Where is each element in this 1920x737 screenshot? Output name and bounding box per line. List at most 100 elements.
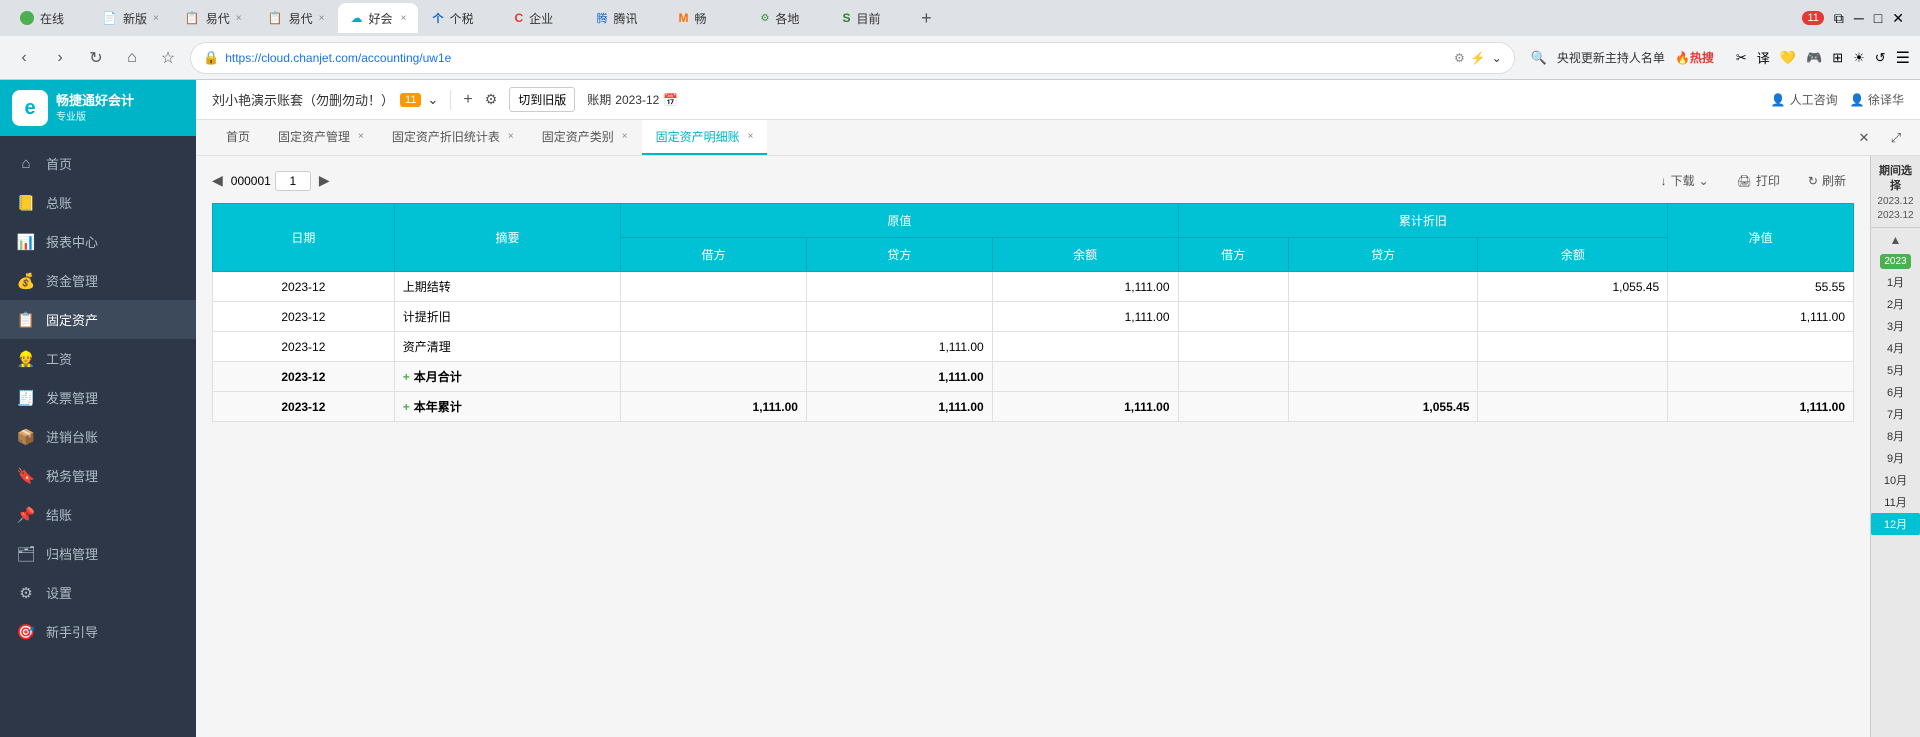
- table-row: 2023-12 计提折旧 1,111.00 1,111.00: [213, 302, 1854, 332]
- print-btn[interactable]: 🖨 打印: [1729, 168, 1788, 193]
- refresh-btn[interactable]: ↻ 刷新: [1800, 168, 1854, 193]
- browser-tab-gedi[interactable]: ⚙ 各地: [748, 3, 828, 33]
- scissors-icon[interactable]: ✂: [1736, 50, 1747, 66]
- settings-btn[interactable]: ⚙: [485, 91, 498, 108]
- user-btn[interactable]: 👤 徐译华: [1850, 91, 1904, 108]
- sidebar-item-fund-mgmt[interactable]: 💰 资金管理: [0, 261, 196, 300]
- gamepad-icon[interactable]: 🎮: [1806, 50, 1822, 66]
- row-accum-credit: 1,055.45: [1288, 392, 1478, 422]
- tab-close-icon[interactable]: ×: [508, 131, 514, 142]
- sidebar-item-label: 首页: [46, 154, 72, 173]
- minimize-icon[interactable]: ─: [1854, 10, 1864, 26]
- download-label: 下载: [1671, 172, 1695, 189]
- row-net-value: 55.55: [1668, 272, 1854, 302]
- col-header-accum-debit: 借方: [1178, 238, 1288, 272]
- newbie-icon: 🎯: [16, 623, 36, 641]
- sidebar-item-newbie[interactable]: 🎯 新手引导: [0, 612, 196, 651]
- browser-tab-tencent[interactable]: 腾 腾讯: [584, 3, 664, 33]
- period-month-9[interactable]: 9月: [1871, 447, 1920, 469]
- reload-button[interactable]: ↻: [82, 44, 110, 72]
- switch-version-btn[interactable]: 切到旧版: [509, 87, 575, 112]
- tab-fixed-assets-depr[interactable]: 固定资产折旧统计表 ×: [378, 120, 528, 155]
- company-selector[interactable]: 刘小艳演示账套（勿删勿动！） 11 ⌄: [212, 90, 438, 109]
- tab-close-icon[interactable]: ×: [236, 13, 242, 24]
- period-month-2[interactable]: 2月: [1871, 293, 1920, 315]
- brightness-icon[interactable]: ☀: [1853, 50, 1865, 66]
- tab-close-icon[interactable]: ×: [401, 13, 407, 24]
- period-month-3[interactable]: 3月: [1871, 315, 1920, 337]
- sidebar-item-tax[interactable]: 🔖 税务管理: [0, 456, 196, 495]
- sidebar-item-general-ledger[interactable]: 📒 总账: [0, 183, 196, 222]
- tab-fixed-assets-mgmt[interactable]: 固定资产管理 ×: [264, 120, 378, 155]
- browser-tab-yidai1[interactable]: 📋 易代 ×: [173, 3, 254, 33]
- tab-fixed-assets-ledger[interactable]: 固定资产明细账 ×: [642, 120, 768, 155]
- sidebar-item-settings[interactable]: ⚙ 设置: [0, 573, 196, 612]
- scroll-up-btn[interactable]: ▲: [1871, 228, 1920, 252]
- grid-icon[interactable]: ⊞: [1832, 50, 1843, 66]
- tab-close-icon[interactable]: ×: [358, 131, 364, 142]
- download-btn[interactable]: ↓ 下载 ⌄: [1653, 168, 1717, 193]
- period-month-4[interactable]: 4月: [1871, 337, 1920, 359]
- prev-page-btn[interactable]: ◀: [212, 172, 223, 189]
- back-button[interactable]: ‹: [10, 44, 38, 72]
- new-tab-button[interactable]: +: [912, 4, 940, 32]
- home-button[interactable]: ⌂: [118, 44, 146, 72]
- sidebar-item-settlement[interactable]: 📌 结账: [0, 495, 196, 534]
- forward-button[interactable]: ›: [46, 44, 74, 72]
- next-page-btn[interactable]: ▶: [319, 172, 330, 189]
- browser-tab-online[interactable]: 在线: [8, 3, 88, 33]
- sidebar-item-archive[interactable]: 🗂 归档管理: [0, 534, 196, 573]
- search-icon[interactable]: 🔍: [1531, 50, 1547, 66]
- translate-icon[interactable]: 译: [1757, 48, 1770, 67]
- close-window-icon[interactable]: ✕: [1892, 10, 1904, 27]
- browser-tab-haohui[interactable]: ☁ 好会 ×: [338, 3, 418, 33]
- row-accum-debit: [1178, 362, 1288, 392]
- browser-tab-enterprise[interactable]: C 企业: [502, 3, 582, 33]
- address-box[interactable]: 🔒 https://cloud.chanjet.com/accounting/u…: [190, 42, 1515, 74]
- tab-home[interactable]: 首页: [212, 120, 264, 155]
- collapse-tab-btn[interactable]: ✕: [1852, 126, 1876, 150]
- period-month-10[interactable]: 10月: [1871, 469, 1920, 491]
- tab-restore-icon[interactable]: ⧉: [1834, 10, 1844, 27]
- bookmark-button[interactable]: ☆: [154, 44, 182, 72]
- period-month-6[interactable]: 6月: [1871, 381, 1920, 403]
- browser-tab-yidai2[interactable]: 📋 易代 ×: [256, 3, 337, 33]
- tab-close-icon[interactable]: ×: [622, 131, 628, 142]
- row-accum-credit: [1288, 332, 1478, 362]
- undo-icon[interactable]: ↺: [1875, 50, 1886, 66]
- expand-tab-btn[interactable]: ⤢: [1884, 126, 1908, 150]
- period-month-1[interactable]: 1月: [1871, 271, 1920, 293]
- browser-tab-new[interactable]: 📄 新版 ×: [90, 3, 171, 33]
- browser-tab-geshuiindv[interactable]: 个 个税: [420, 3, 500, 33]
- content-area: ◀ 000001 ▶ ↓ 下载 ⌄: [196, 156, 1920, 737]
- calendar-icon[interactable]: 📅: [663, 93, 678, 107]
- tab-close-icon[interactable]: ×: [153, 13, 159, 24]
- period-month-5[interactable]: 5月: [1871, 359, 1920, 381]
- tab-label: 畅: [694, 10, 706, 27]
- sidebar-item-home[interactable]: ⌂ 首页: [0, 144, 196, 183]
- maximize-icon[interactable]: □: [1874, 10, 1882, 26]
- period-month-8[interactable]: 8月: [1871, 425, 1920, 447]
- page-number-input[interactable]: [275, 171, 311, 191]
- tab-fixed-assets-cat[interactable]: 固定资产类别 ×: [528, 120, 642, 155]
- support-btn[interactable]: 👤 人工咨询: [1771, 91, 1838, 108]
- sidebar-item-payroll[interactable]: 👷 工资: [0, 339, 196, 378]
- refresh-label: 刷新: [1822, 172, 1846, 189]
- period-month-11[interactable]: 11月: [1871, 491, 1920, 513]
- sidebar-item-reports[interactable]: 📊 报表中心: [0, 222, 196, 261]
- wallet-icon[interactable]: 💛: [1780, 50, 1796, 66]
- sidebar-item-fixed-assets[interactable]: 📋 固定资产: [0, 300, 196, 339]
- sidebar-item-invoice[interactable]: 🧾 发票管理: [0, 378, 196, 417]
- sidebar-item-inventory[interactable]: 📦 进销台账: [0, 417, 196, 456]
- period-month-7[interactable]: 7月: [1871, 403, 1920, 425]
- notification-badge: 11: [1802, 11, 1823, 25]
- tab-close-icon[interactable]: ×: [748, 131, 754, 142]
- hot-search-badge[interactable]: 🔥热搜: [1675, 49, 1714, 66]
- tab-close-icon[interactable]: ×: [319, 13, 325, 24]
- period-month-12[interactable]: 12月: [1871, 513, 1920, 535]
- dropdown-icon[interactable]: ⌄: [1492, 51, 1502, 65]
- add-company-btn[interactable]: +: [463, 91, 472, 109]
- menu-icon[interactable]: ☰: [1896, 48, 1910, 68]
- browser-tab-chang[interactable]: M 畅: [666, 3, 746, 33]
- browser-tab-mubiao[interactable]: S 目前: [830, 3, 910, 33]
